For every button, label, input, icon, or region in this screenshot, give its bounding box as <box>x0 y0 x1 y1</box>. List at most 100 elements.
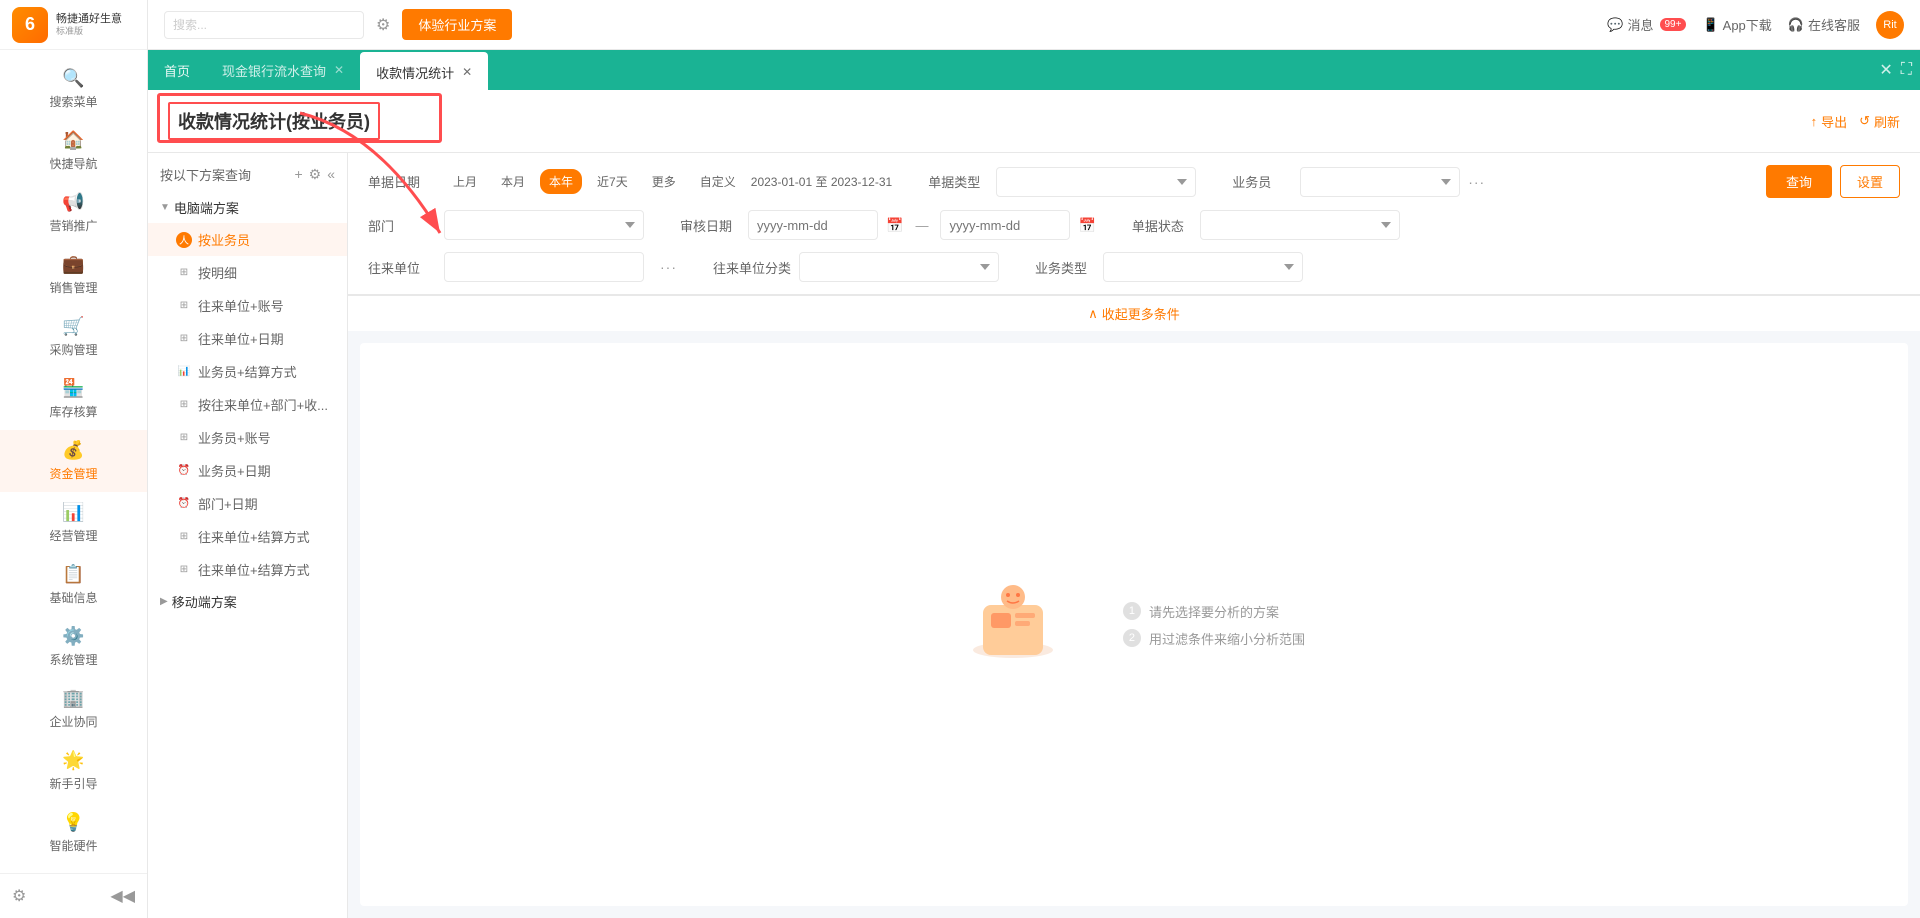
item-icon-detail: ⊞ <box>176 265 192 281</box>
header-gear-icon[interactable]: ⚙ <box>376 15 390 35</box>
voucher-type-label: 单据类型 <box>928 172 988 191</box>
date-btn-last-month[interactable]: 上月 <box>444 169 486 194</box>
sidebar-item-wechat[interactable]: 💬 企业微信 <box>0 864 147 873</box>
date-label: 单据日期 <box>368 172 428 191</box>
voucher-status-select[interactable] <box>1200 210 1400 240</box>
scheme-settings-btn[interactable]: ⚙ <box>309 166 322 183</box>
refresh-btn[interactable]: ↺ 刷新 <box>1859 112 1900 131</box>
tab-bank-flow[interactable]: 现金银行流水查询 ✕ <box>206 50 360 90</box>
header-right: 💬 消息 99+ 📱 App下载 🎧 在线客服 Rit <box>1607 11 1904 39</box>
page-actions: ↑ 导出 ↺ 刷新 <box>1811 112 1900 131</box>
tab-home[interactable]: 首页 <box>148 50 206 90</box>
collapse-sidebar-btn[interactable]: ◀◀ <box>110 886 135 906</box>
sidebar-item-operations-label: 经营管理 <box>49 527 97 544</box>
tab-payment-stats-close[interactable]: ✕ <box>462 65 472 79</box>
tab-expand-btn[interactable]: ⛶ <box>1901 61 1912 79</box>
sidebar-item-guide[interactable]: 🌟 新手引导 <box>0 740 147 802</box>
tree-item-unit-dept[interactable]: ⊞ 按往来单位+部门+收... <box>148 388 347 421</box>
tree-item-dept-date[interactable]: ⏰ 部门+日期 <box>148 487 347 520</box>
tab-close-all-btn[interactable]: ✕ <box>1879 60 1892 80</box>
sidebar-item-marketing[interactable]: 📢 营销推广 <box>0 182 147 244</box>
sidebar-item-enterprise-label: 企业协同 <box>49 713 97 730</box>
business-type-select[interactable] <box>1103 252 1303 282</box>
content-area: 按以下方案查询 + ⚙ « ▼ 电脑端方案 人 按业务员 <box>148 153 1920 918</box>
date-btn-this-year[interactable]: 本年 <box>540 169 582 194</box>
trial-button[interactable]: 体验行业方案 <box>402 9 512 40</box>
date-btn-more[interactable]: 更多 <box>643 169 685 194</box>
collapse-label: 收起更多条件 <box>1102 304 1180 323</box>
quicknav-icon: 🏠 <box>62 130 84 151</box>
sidebar-item-finance[interactable]: 💰 资金管理 <box>0 430 147 492</box>
settings-button[interactable]: 设置 <box>1840 165 1900 198</box>
sidebar-item-quicknav-label: 快捷导航 <box>49 155 97 172</box>
item-icon-salesman-settlement: 📊 <box>176 364 192 380</box>
hardware-icon: 💡 <box>62 812 84 833</box>
date-btn-custom[interactable]: 自定义 <box>691 169 745 194</box>
audit-date-start-icon[interactable]: 📅 <box>886 217 903 234</box>
tree-item-by-salesman[interactable]: 人 按业务员 <box>148 223 347 256</box>
audit-date-start[interactable] <box>748 210 878 240</box>
tree-item-unit-date[interactable]: ⊞ 往来单位+日期 <box>148 322 347 355</box>
tree-item-salesman-settlement[interactable]: 📊 业务员+结算方式 <box>148 355 347 388</box>
counterpart-category-select[interactable] <box>799 252 999 282</box>
tree-item-salesman-account[interactable]: ⊞ 业务员+账号 <box>148 421 347 454</box>
sidebar-item-hardware[interactable]: 💡 智能硬件 <box>0 802 147 864</box>
tree-arrow-mobile: ▶ <box>160 596 168 607</box>
sidebar-item-search[interactable]: 🔍 搜索菜单 <box>0 58 147 120</box>
header-search[interactable]: 搜索... <box>164 11 364 39</box>
collapse-panel-btn[interactable]: « <box>327 166 335 183</box>
tree-item-unit-settlement2[interactable]: ⊞ 往来单位+结算方式 <box>148 553 347 586</box>
filter-row-2: 部门 审核日期 📅 — 📅 单据状态 <box>368 210 1900 240</box>
tab-bank-flow-close[interactable]: ✕ <box>334 63 344 77</box>
sidebar-item-enterprise[interactable]: 🏢 企业协同 <box>0 678 147 740</box>
business-type-label: 业务类型 <box>1035 258 1095 277</box>
sidebar-item-inventory-label: 库存核算 <box>49 403 97 420</box>
sidebar-item-system[interactable]: ⚙️ 系统管理 <box>0 616 147 678</box>
left-panel-header-text: 按以下方案查询 <box>160 165 251 184</box>
settings-bottom-btn[interactable]: ⚙ <box>12 886 26 906</box>
tree-item-salesman-date[interactable]: ⏰ 业务员+日期 <box>148 454 347 487</box>
audit-date-end[interactable] <box>940 210 1070 240</box>
sidebar-item-sales[interactable]: 💼 销售管理 <box>0 244 147 306</box>
empty-state: 1 请先选择要分析的方案 2 用过滤条件来缩小分析范围 <box>963 575 1305 675</box>
sidebar-item-inventory[interactable]: 🏪 库存核算 <box>0 368 147 430</box>
voucher-type-select[interactable] <box>996 167 1196 197</box>
salesman-more-btn[interactable]: ··· <box>1468 174 1485 190</box>
messages-btn[interactable]: 💬 消息 99+ <box>1607 15 1686 34</box>
audit-date-end-icon[interactable]: 📅 <box>1078 217 1095 234</box>
counterpart-input[interactable] <box>444 252 644 282</box>
desktop-section-header[interactable]: ▼ 电脑端方案 <box>148 192 347 223</box>
collapse-bar[interactable]: ∧ 收起更多条件 <box>348 295 1920 331</box>
export-btn[interactable]: ↑ 导出 <box>1811 112 1848 131</box>
tab-payment-stats[interactable]: 收款情况统计 ✕ <box>360 52 488 92</box>
sidebar-item-basic[interactable]: 📋 基础信息 <box>0 554 147 616</box>
online-service-btn[interactable]: 🎧 在线客服 <box>1788 15 1860 34</box>
tree-item-unit-settlement1[interactable]: ⊞ 往来单位+结算方式 <box>148 520 347 553</box>
query-button[interactable]: 查询 <box>1766 165 1832 198</box>
sidebar-item-operations[interactable]: 📊 经营管理 <box>0 492 147 554</box>
right-panel: 单据日期 上月 本月 本年 近7天 更多 自定义 2023-01-01 至 20… <box>348 153 1920 918</box>
item-icon-salesman: 人 <box>176 232 192 248</box>
filter-area: 单据日期 上月 本月 本年 近7天 更多 自定义 2023-01-01 至 20… <box>348 153 1920 295</box>
add-scheme-btn[interactable]: + <box>294 166 302 183</box>
user-avatar[interactable]: Rit <box>1876 11 1904 39</box>
sidebar-menu: 🔍 搜索菜单 🏠 快捷导航 📢 营销推广 💼 销售管理 🛒 采购管理 🏪 库存核… <box>0 50 147 873</box>
tree-item-unit-account[interactable]: ⊞ 往来单位+账号 <box>148 289 347 322</box>
app-download-btn[interactable]: 📱 App下载 <box>1702 15 1771 34</box>
sidebar-item-purchase[interactable]: 🛒 采购管理 <box>0 306 147 368</box>
tip-num-1: 1 <box>1123 602 1141 620</box>
main-area: 搜索... ⚙ 体验行业方案 💬 消息 99+ 📱 App下载 🎧 在线客服 R… <box>148 0 1920 918</box>
salesman-select[interactable] <box>1300 167 1460 197</box>
filter-row-3: 往来单位 ··· 往来单位分类 业务类型 <box>368 252 1900 282</box>
top-header: 搜索... ⚙ 体验行业方案 💬 消息 99+ 📱 App下载 🎧 在线客服 R… <box>148 0 1920 50</box>
sidebar-item-search-label: 搜索菜单 <box>49 93 97 110</box>
mobile-section-header[interactable]: ▶ 移动端方案 <box>148 586 347 617</box>
audit-date-label: 审核日期 <box>680 216 740 235</box>
date-btn-this-month[interactable]: 本月 <box>492 169 534 194</box>
sidebar-item-quicknav[interactable]: 🏠 快捷导航 <box>0 120 147 182</box>
date-btn-7days[interactable]: 近7天 <box>588 169 637 194</box>
dept-select[interactable] <box>444 210 644 240</box>
tree-item-detail[interactable]: ⊞ 按明细 <box>148 256 347 289</box>
counterpart-more-btn[interactable]: ··· <box>660 259 677 275</box>
refresh-icon: ↺ <box>1859 113 1870 129</box>
